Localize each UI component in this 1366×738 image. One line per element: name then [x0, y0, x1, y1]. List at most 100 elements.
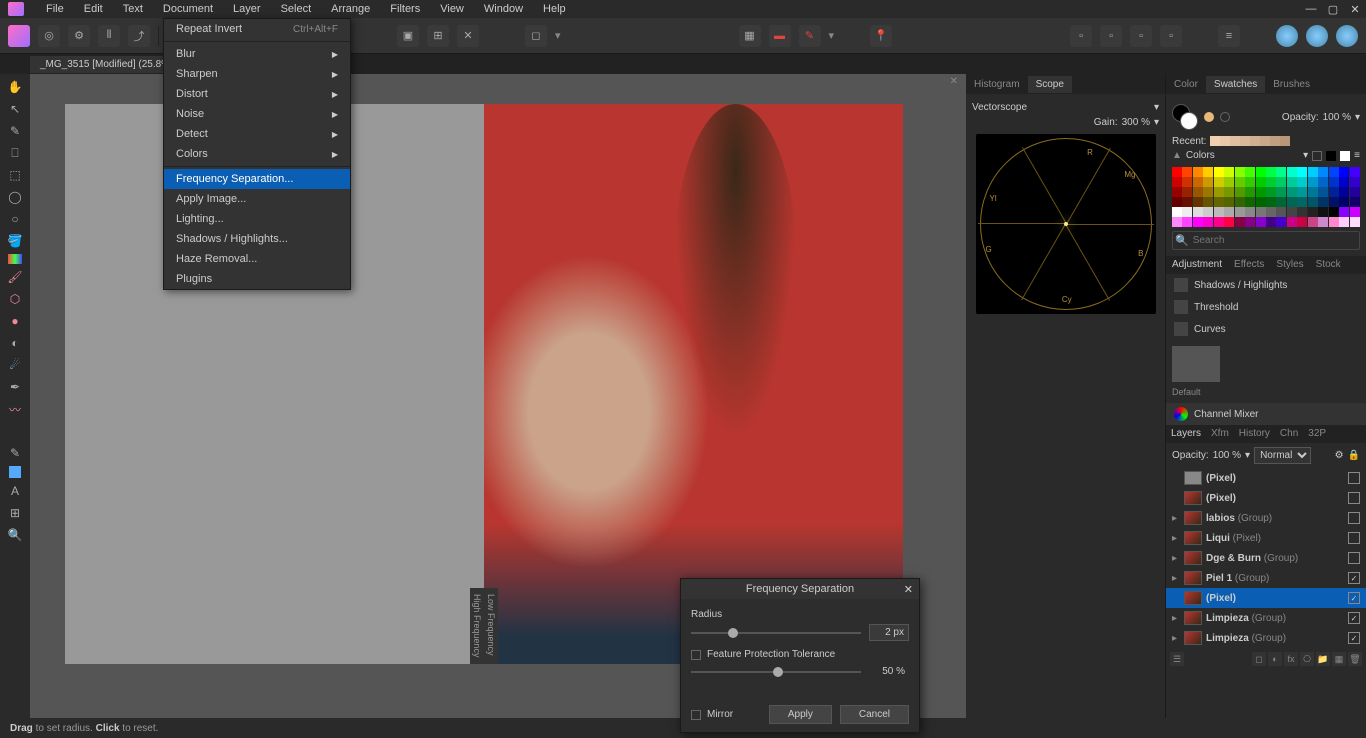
palette-swatch[interactable] [1235, 187, 1245, 197]
palette-swatch[interactable] [1266, 207, 1276, 217]
palette-swatch[interactable] [1318, 217, 1328, 227]
palette-swatch[interactable] [1308, 167, 1318, 177]
palette-swatch[interactable] [1350, 217, 1360, 227]
swatch-search[interactable]: 🔍 [1172, 231, 1360, 250]
tab-layers[interactable]: Layers [1166, 425, 1206, 443]
grid-icon[interactable]: ▦ [739, 25, 761, 47]
tab-color[interactable]: Color [1166, 76, 1206, 93]
pin-icon[interactable]: 📍 [870, 25, 892, 47]
menu-arrange[interactable]: Arrange [321, 1, 380, 17]
menu-edit[interactable]: Edit [74, 1, 113, 17]
menu-window[interactable]: Window [474, 1, 533, 17]
blur-tool-icon[interactable]: ◐ [5, 334, 25, 352]
palette-swatch[interactable] [1214, 167, 1224, 177]
dialog-close-icon[interactable]: ✕ [904, 583, 913, 596]
document-tab[interactable]: _MG_3515 [Modified] (25.8%) [30, 56, 184, 73]
photo-persona-icon[interactable] [8, 25, 30, 47]
layer-row[interactable]: (Pixel) ✓ [1166, 588, 1366, 608]
palette-swatch[interactable] [1193, 167, 1203, 177]
marquee-tool-icon[interactable]: ○ [5, 210, 25, 228]
tab-scope[interactable]: Scope [1028, 76, 1072, 93]
develop-persona-icon[interactable]: ⚙ [68, 25, 90, 47]
group-icon[interactable]: 📁 [1316, 652, 1330, 666]
palette-swatch[interactable] [1350, 187, 1360, 197]
palette-swatch[interactable] [1339, 167, 1349, 177]
crop-tool-icon[interactable]: ⎕ [5, 144, 25, 162]
palette-swatch[interactable] [1276, 167, 1286, 177]
palette-swatch[interactable] [1203, 177, 1213, 187]
fill-swatch-white[interactable] [1340, 151, 1350, 161]
palette-swatch[interactable] [1245, 187, 1255, 197]
palette-swatch[interactable] [1193, 207, 1203, 217]
palette-swatch[interactable] [1297, 167, 1307, 177]
palette-swatch[interactable] [1329, 167, 1339, 177]
palette-swatch[interactable] [1214, 197, 1224, 207]
tab-brushes[interactable]: Brushes [1265, 76, 1318, 93]
shape-tool-icon[interactable] [5, 422, 25, 440]
mask-icon[interactable]: ◻ [1252, 652, 1266, 666]
palette-swatch[interactable] [1350, 167, 1360, 177]
recent-swatch[interactable] [1260, 136, 1270, 146]
radius-slider[interactable] [691, 632, 861, 634]
palette-swatch[interactable] [1297, 197, 1307, 207]
palette-swatch[interactable] [1350, 207, 1360, 217]
palette-swatch[interactable] [1224, 217, 1234, 227]
layer-row[interactable]: ▸Liqui (Pixel) [1166, 528, 1366, 548]
blend-mode-select[interactable]: Normal [1254, 447, 1311, 464]
palette-swatch[interactable] [1339, 187, 1349, 197]
palette-swatch[interactable] [1214, 207, 1224, 217]
recent-swatch[interactable] [1280, 136, 1290, 146]
palette-swatch[interactable] [1256, 207, 1266, 217]
palette-swatch[interactable] [1182, 187, 1192, 197]
recent-swatch[interactable] [1230, 136, 1240, 146]
palette-swatch[interactable] [1256, 177, 1266, 187]
palette-swatch[interactable] [1297, 207, 1307, 217]
recent-swatch[interactable] [1220, 136, 1230, 146]
cancel-button[interactable]: Cancel [840, 705, 909, 724]
palette-swatch[interactable] [1287, 207, 1297, 217]
menu-repeat-invert[interactable]: Repeat Invert Ctrl+Alt+F [164, 19, 350, 39]
healing-tool-icon[interactable]: 〰 [5, 400, 25, 418]
palette-swatch[interactable] [1203, 167, 1213, 177]
tab-adjustment[interactable]: Adjustment [1166, 256, 1228, 274]
palette-swatch[interactable] [1318, 177, 1328, 187]
layer-visibility-checkbox[interactable] [1348, 532, 1360, 544]
palette-swatch[interactable] [1182, 197, 1192, 207]
palette-swatch[interactable] [1308, 217, 1318, 227]
menu-item-distort[interactable]: Distort▶ [164, 84, 350, 104]
layer-row[interactable]: ▸labios (Group) [1166, 508, 1366, 528]
palette-swatch[interactable] [1214, 217, 1224, 227]
menu-item-shadows-highlights-[interactable]: Shadows / Highlights... [164, 229, 350, 249]
feature-protection-checkbox[interactable] [691, 650, 701, 660]
palette-swatch[interactable] [1350, 197, 1360, 207]
palette-swatch[interactable] [1235, 207, 1245, 217]
palette-swatch[interactable] [1224, 167, 1234, 177]
menu-item-frequency-separation-[interactable]: Frequency Separation... [164, 169, 350, 189]
layer-row[interactable]: ▸Limpieza (Group)✓ [1166, 608, 1366, 628]
palette-swatch[interactable] [1203, 207, 1213, 217]
maximize-button[interactable]: ▢ [1322, 0, 1344, 18]
layer-visibility-checkbox[interactable] [1348, 472, 1360, 484]
scope-mode-select[interactable]: Vectorscope [972, 102, 1027, 113]
palette-swatch[interactable] [1172, 167, 1182, 177]
palette-swatch[interactable] [1172, 187, 1182, 197]
palette-swatch[interactable] [1318, 197, 1328, 207]
palette-swatch[interactable] [1287, 177, 1297, 187]
menu-item-detect[interactable]: Detect▶ [164, 124, 350, 144]
menu-item-haze-removal-[interactable]: Haze Removal... [164, 249, 350, 269]
menu-filters[interactable]: Filters [380, 1, 430, 17]
foreground-background-swatch[interactable] [1172, 104, 1198, 130]
arrange-front-icon[interactable]: ▫ [1160, 25, 1182, 47]
apply-button[interactable]: Apply [769, 705, 832, 724]
opacity-value[interactable]: 100 % [1323, 112, 1351, 123]
layer-visibility-checkbox[interactable] [1348, 552, 1360, 564]
lasso-tool-icon[interactable]: ◯ [5, 188, 25, 206]
palette-swatch[interactable] [1214, 187, 1224, 197]
close-button[interactable]: ✕ [1344, 0, 1366, 18]
palette-swatch[interactable] [1297, 187, 1307, 197]
crop-icon[interactable]: ✕ [457, 25, 479, 47]
layer-visibility-checkbox[interactable]: ✓ [1348, 632, 1360, 644]
palette-swatch[interactable] [1256, 187, 1266, 197]
tab-history[interactable]: History [1234, 425, 1275, 443]
menu-layer[interactable]: Layer [223, 1, 271, 17]
